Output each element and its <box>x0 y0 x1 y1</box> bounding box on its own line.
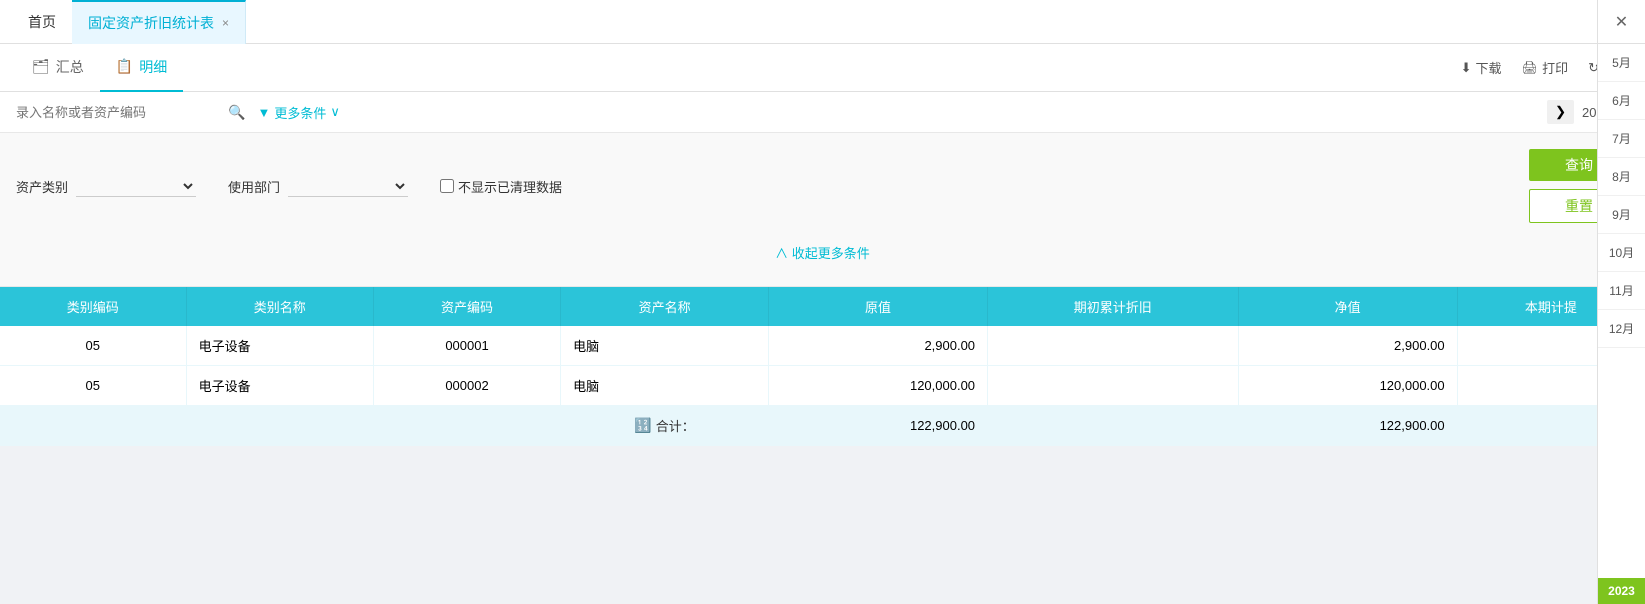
filter-bar: 🔍 ▼ 更多条件 ∨ ❯ 2023.01 <box>0 92 1645 133</box>
toolbar-tabs: 🗂 汇总 📋 明细 <box>16 44 183 92</box>
data-table: 类别编码 类别名称 资产编码 资产名称 原值 期初累计折旧 净值 本期计提 05… <box>0 287 1645 446</box>
cell-original-value: 120,000.00 <box>768 366 987 406</box>
col-net-value: 净值 <box>1238 287 1457 326</box>
col-asset-name: 资产名称 <box>561 287 769 326</box>
use-department-label: 使用部门 <box>228 177 280 196</box>
use-department-select[interactable] <box>288 175 408 197</box>
tab-summary-label: 汇总 <box>56 57 84 77</box>
print-icon: 🖨 <box>1522 60 1539 76</box>
asset-category-filter: 资产类别 <box>16 175 196 197</box>
print-button[interactable]: 🖨 打印 <box>1522 58 1569 77</box>
cell-original-value: 2,900.00 <box>768 326 987 366</box>
download-button[interactable]: ⬇ 下载 <box>1461 58 1502 77</box>
month-item[interactable]: 7月 <box>1598 120 1645 158</box>
hide-cleared-label: 不显示已清理数据 <box>458 177 562 196</box>
sidebar-close-button[interactable]: ✕ <box>1598 0 1645 44</box>
asset-category-select[interactable] <box>76 175 196 197</box>
col-asset-code: 资产编码 <box>373 287 560 326</box>
collapse-label: 收起更多条件 <box>792 246 870 261</box>
detail-icon: 📋 <box>116 58 133 75</box>
table-row: 05 电子设备 000002 电脑 120,000.00 120,000.00 <box>0 366 1645 406</box>
use-department-filter: 使用部门 <box>228 175 408 197</box>
toolbar: 🗂 汇总 📋 明细 ⬇ 下载 🖨 打印 ↻ 刷新 <box>0 44 1645 92</box>
month-item[interactable]: 11月 <box>1598 272 1645 310</box>
asset-category-label: 资产类别 <box>16 177 68 196</box>
nav-tab-fixed-assets[interactable]: 固定资产折旧统计表 × <box>72 0 246 44</box>
cell-net-value: 120,000.00 <box>1238 366 1457 406</box>
advanced-filter: 资产类别 使用部门 不显示已清理数据 查询 重置 ∧ 收起更多条件 <box>0 133 1645 287</box>
cell-asset-name: 电脑 <box>561 366 769 406</box>
more-filter-label: 更多条件 <box>274 103 326 122</box>
cell-category-code: 05 <box>0 366 186 406</box>
sum-icon: 🔢 <box>634 417 651 434</box>
tab-detail-label: 明细 <box>139 57 167 77</box>
close-tab-icon[interactable]: × <box>222 16 229 30</box>
table-summary-row: 🔢合计： 122,900.00 122,900.00 <box>0 406 1645 446</box>
year-badge: 2023 <box>1598 578 1645 604</box>
search-icon[interactable]: 🔍 <box>228 104 245 121</box>
month-item[interactable]: 5月 <box>1598 44 1645 82</box>
table-wrapper: 类别编码 类别名称 资产编码 资产名称 原值 期初累计折旧 净值 本期计提 05… <box>0 287 1645 446</box>
right-sidebar: ✕ 5月6月7月8月9月10月11月12月 2023 <box>1597 0 1645 604</box>
table-header-row: 类别编码 类别名称 资产编码 资产名称 原值 期初累计折旧 净值 本期计提 <box>0 287 1645 326</box>
summary-label: 🔢合计： <box>561 406 769 446</box>
print-label: 打印 <box>1542 58 1568 77</box>
chevron-down-icon: ∨ <box>330 104 340 120</box>
col-category-name: 类别名称 <box>186 287 373 326</box>
layers-icon: 🗂 <box>32 58 50 75</box>
cell-category-name: 电子设备 <box>186 326 373 366</box>
month-item[interactable]: 10月 <box>1598 234 1645 272</box>
tab-detail[interactable]: 📋 明细 <box>100 44 183 92</box>
summary-spacer <box>0 406 561 446</box>
download-label: 下载 <box>1476 58 1502 77</box>
nav-home[interactable]: 首页 <box>12 0 72 44</box>
col-initial-depreciation: 期初累计折旧 <box>988 287 1239 326</box>
summary-original-value: 122,900.00 <box>768 406 987 446</box>
filter-icon: ▼ <box>257 105 270 120</box>
cell-net-value: 2,900.00 <box>1238 326 1457 366</box>
tab-label: 固定资产折旧统计表 <box>88 13 214 33</box>
summary-initial-depreciation <box>988 406 1239 446</box>
more-filter-button[interactable]: ▼ 更多条件 ∨ <box>257 103 339 122</box>
cell-initial-depreciation <box>988 366 1239 406</box>
month-item[interactable]: 12月 <box>1598 310 1645 348</box>
month-item[interactable]: 6月 <box>1598 82 1645 120</box>
cell-category-code: 05 <box>0 326 186 366</box>
summary-net-value: 122,900.00 <box>1238 406 1457 446</box>
filter-row-1: 资产类别 使用部门 不显示已清理数据 查询 重置 <box>16 149 1629 223</box>
cell-category-name: 电子设备 <box>186 366 373 406</box>
month-list: 5月6月7月8月9月10月11月12月 <box>1598 44 1645 578</box>
col-category-code: 类别编码 <box>0 287 186 326</box>
table-row: 05 电子设备 000001 电脑 2,900.00 2,900.00 <box>0 326 1645 366</box>
collapse-button[interactable]: ∧ 收起更多条件 <box>16 235 1629 270</box>
hide-cleared-filter: 不显示已清理数据 <box>440 177 562 196</box>
cell-initial-depreciation <box>988 326 1239 366</box>
hide-cleared-checkbox[interactable] <box>440 179 454 193</box>
cell-asset-code: 000002 <box>373 366 560 406</box>
search-input[interactable] <box>16 105 216 120</box>
top-nav: 首页 固定资产折旧统计表 × ✕ <box>0 0 1645 44</box>
cell-asset-code: 000001 <box>373 326 560 366</box>
date-prev-button[interactable]: ❯ <box>1547 100 1574 124</box>
month-item[interactable]: 9月 <box>1598 196 1645 234</box>
cell-asset-name: 电脑 <box>561 326 769 366</box>
month-item[interactable]: 8月 <box>1598 158 1645 196</box>
tab-summary[interactable]: 🗂 汇总 <box>16 44 100 92</box>
col-original-value: 原值 <box>768 287 987 326</box>
download-icon: ⬇ <box>1461 60 1472 76</box>
chevron-up-icon: ∧ <box>775 246 792 261</box>
table-body: 05 电子设备 000001 电脑 2,900.00 2,900.00 05 电… <box>0 326 1645 446</box>
